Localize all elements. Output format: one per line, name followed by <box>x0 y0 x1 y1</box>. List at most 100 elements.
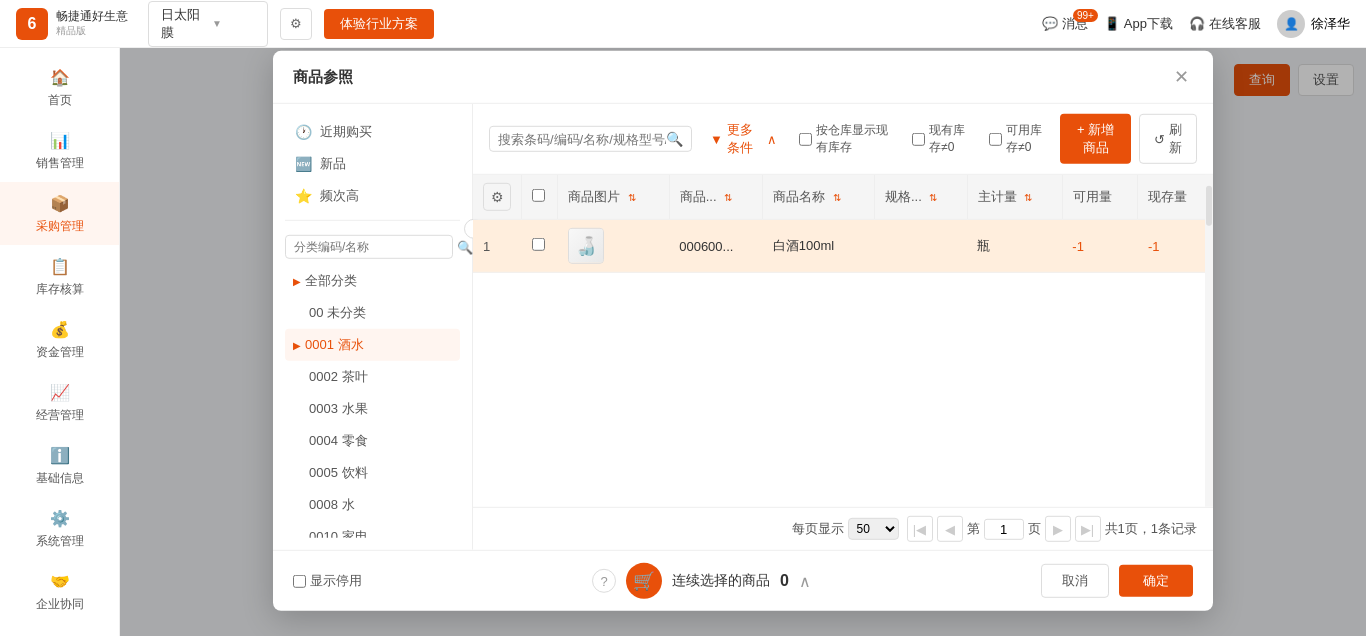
prev-page-button[interactable]: ◀ <box>937 516 963 542</box>
sidebar-item-operation[interactable]: 📈 经营管理 <box>0 371 119 434</box>
last-page-button[interactable]: ▶| <box>1075 516 1101 542</box>
first-page-button[interactable]: |◀ <box>907 516 933 542</box>
sidebar-item-guide[interactable]: 🎯 新手引导 <box>0 623 119 636</box>
cat-label: 0008 水 <box>309 496 355 514</box>
cat-label: 00 未分类 <box>309 304 366 322</box>
td-checkbox[interactable] <box>522 219 558 272</box>
table-body: 1 🍶 000600... 白酒100ml <box>473 219 1213 272</box>
avatar: 👤 <box>1277 10 1305 38</box>
select-all-checkbox[interactable] <box>532 189 545 202</box>
checkbox-label-text: 可用库存≠0 <box>1006 122 1050 156</box>
column-settings-icon[interactable]: ⚙ <box>483 183 511 211</box>
footer-center: ? 🛒 连续选择的商品 0 ∧ <box>362 563 1041 599</box>
nav-dropdown[interactable]: 日太阳膜 ▼ <box>148 1 268 47</box>
td-code: 000600... <box>669 219 763 272</box>
row-checkbox[interactable] <box>532 238 545 251</box>
category-search-icon[interactable]: 🔍 <box>457 239 473 254</box>
experience-button[interactable]: 体验行业方案 <box>324 9 434 39</box>
product-unit: 瓶 <box>977 238 990 253</box>
user-menu[interactable]: 👤 徐泽华 <box>1277 10 1350 38</box>
show-disabled-checkbox-wrap[interactable]: 显示停用 <box>293 572 362 590</box>
th-code-label: 商品... <box>680 189 717 204</box>
app-download-button[interactable]: 📱 App下载 <box>1104 15 1173 33</box>
cat-item-0005[interactable]: 0005 饮料 <box>285 457 460 489</box>
dropdown-label: 日太阳膜 <box>161 6 204 42</box>
basic-icon: ℹ️ <box>49 444 71 466</box>
sidebar-item-home[interactable]: 🏠 首页 <box>0 56 119 119</box>
sidebar-item-purchase[interactable]: 📦 采购管理 <box>0 182 119 245</box>
sort-icon[interactable]: ⇅ <box>628 192 636 203</box>
table-toolbar: 🔍 ▼ 更多条件 ∧ 按仓库显示现有库存 <box>473 104 1213 175</box>
cancel-button[interactable]: 取消 <box>1041 564 1109 598</box>
sort-icon[interactable]: ⇅ <box>929 192 937 203</box>
show-disabled-checkbox[interactable] <box>293 574 306 587</box>
available-nonzero-checkbox[interactable] <box>989 132 1002 145</box>
product-table-wrap: ⚙ 商品图片 ⇅ <box>473 175 1213 507</box>
checkbox-warehouse[interactable]: 按仓库显示现有库存 <box>799 122 897 156</box>
available-value: -1 <box>1072 238 1084 253</box>
sidebar-label: 首页 <box>48 92 72 109</box>
show-disabled-label: 显示停用 <box>310 572 362 590</box>
sidebar-label: 企业协同 <box>36 596 84 613</box>
cat-item-0002[interactable]: 0002 茶叶 <box>285 361 460 393</box>
per-page-select[interactable]: 10 20 50 100 <box>848 518 899 540</box>
sidebar: 🏠 首页 📊 销售管理 📦 采购管理 📋 库存核算 💰 资金管理 📈 经营管理 … <box>0 48 120 636</box>
more-filter-button[interactable]: ▼ 更多条件 ∧ <box>702 117 785 161</box>
checkbox-label-text: 现有库存≠0 <box>929 122 973 156</box>
help-icon[interactable]: ? <box>592 569 616 593</box>
next-page-button[interactable]: ▶ <box>1045 516 1071 542</box>
cat-item-0008[interactable]: 0008 水 <box>285 489 460 521</box>
search-icon[interactable]: 🔍 <box>666 131 683 147</box>
cat-item-all[interactable]: ▶ 全部分类 <box>285 265 460 297</box>
scroll-bar[interactable] <box>1205 175 1213 507</box>
sidebar-item-finance[interactable]: 💰 资金管理 <box>0 308 119 371</box>
sort-icon[interactable]: ⇅ <box>833 192 841 203</box>
category-search-input[interactable] <box>285 235 453 259</box>
sort-icon[interactable]: ⇅ <box>724 192 732 203</box>
settings-icon[interactable]: ⚙ <box>280 8 312 40</box>
sidebar-item-sales[interactable]: 📊 销售管理 <box>0 119 119 182</box>
quick-item-new[interactable]: 🆕 新品 <box>285 148 460 180</box>
cat-item-0010[interactable]: 0010 家电 <box>285 521 460 538</box>
cat-item-00[interactable]: 00 未分类 <box>285 297 460 329</box>
cart-button[interactable]: 🛒 <box>626 563 662 599</box>
page-number-input[interactable] <box>984 518 1024 539</box>
product-table: ⚙ 商品图片 ⇅ <box>473 175 1213 273</box>
th-code: 商品... ⇅ <box>669 175 763 220</box>
online-service-button[interactable]: 🎧 在线客服 <box>1189 15 1261 33</box>
warehouse-checkbox[interactable] <box>799 132 812 145</box>
th-name-label: 商品名称 <box>773 189 825 204</box>
cat-item-0004[interactable]: 0004 零食 <box>285 425 460 457</box>
refresh-button[interactable]: ↺ 刷新 <box>1139 114 1197 164</box>
sort-icon[interactable]: ⇅ <box>1024 192 1032 203</box>
right-panel: 🔍 ▼ 更多条件 ∧ 按仓库显示现有库存 <box>473 104 1213 550</box>
product-search-input[interactable] <box>498 131 666 146</box>
selected-count: 0 <box>780 572 789 590</box>
cat-label: 0003 水果 <box>309 400 368 418</box>
stock-nonzero-checkbox[interactable] <box>912 132 925 145</box>
add-product-button[interactable]: + 新增商品 <box>1060 114 1131 164</box>
quick-item-frequent[interactable]: ⭐ 频次高 <box>285 180 460 212</box>
cat-item-0001[interactable]: ▶ 0001 酒水 <box>285 329 460 361</box>
sidebar-item-basic[interactable]: ℹ️ 基础信息 <box>0 434 119 497</box>
quick-access: 🕐 近期购买 🆕 新品 ⭐ 频次高 <box>273 116 472 212</box>
cat-label: 0004 零食 <box>309 432 368 450</box>
sidebar-item-system[interactable]: ⚙️ 系统管理 <box>0 497 119 560</box>
sidebar-item-enterprise[interactable]: 🤝 企业协同 <box>0 560 119 623</box>
collapse-selected-icon[interactable]: ∧ <box>799 571 811 590</box>
table-header: ⚙ 商品图片 ⇅ <box>473 175 1213 220</box>
checkbox-stock-nonzero[interactable]: 现有库存≠0 <box>912 122 973 156</box>
checkbox-available-nonzero[interactable]: 可用库存≠0 <box>989 122 1050 156</box>
confirm-button[interactable]: 确定 <box>1119 565 1193 597</box>
sidebar-label: 采购管理 <box>36 218 84 235</box>
category-search-wrap: 🔍 <box>273 229 472 265</box>
modal-close-button[interactable]: ✕ <box>1169 65 1193 89</box>
sidebar-item-inventory[interactable]: 📋 库存核算 <box>0 245 119 308</box>
messages-button[interactable]: 💬 消息 99+ <box>1042 15 1088 33</box>
table-row[interactable]: 1 🍶 000600... 白酒100ml <box>473 219 1213 272</box>
th-unit-label: 主计量 <box>978 189 1017 204</box>
toolbar-right: + 新增商品 ↺ 刷新 <box>1060 114 1197 164</box>
quick-item-recent[interactable]: 🕐 近期购买 <box>285 116 460 148</box>
th-stock-label: 现存量 <box>1148 189 1187 204</box>
cat-item-0003[interactable]: 0003 水果 <box>285 393 460 425</box>
